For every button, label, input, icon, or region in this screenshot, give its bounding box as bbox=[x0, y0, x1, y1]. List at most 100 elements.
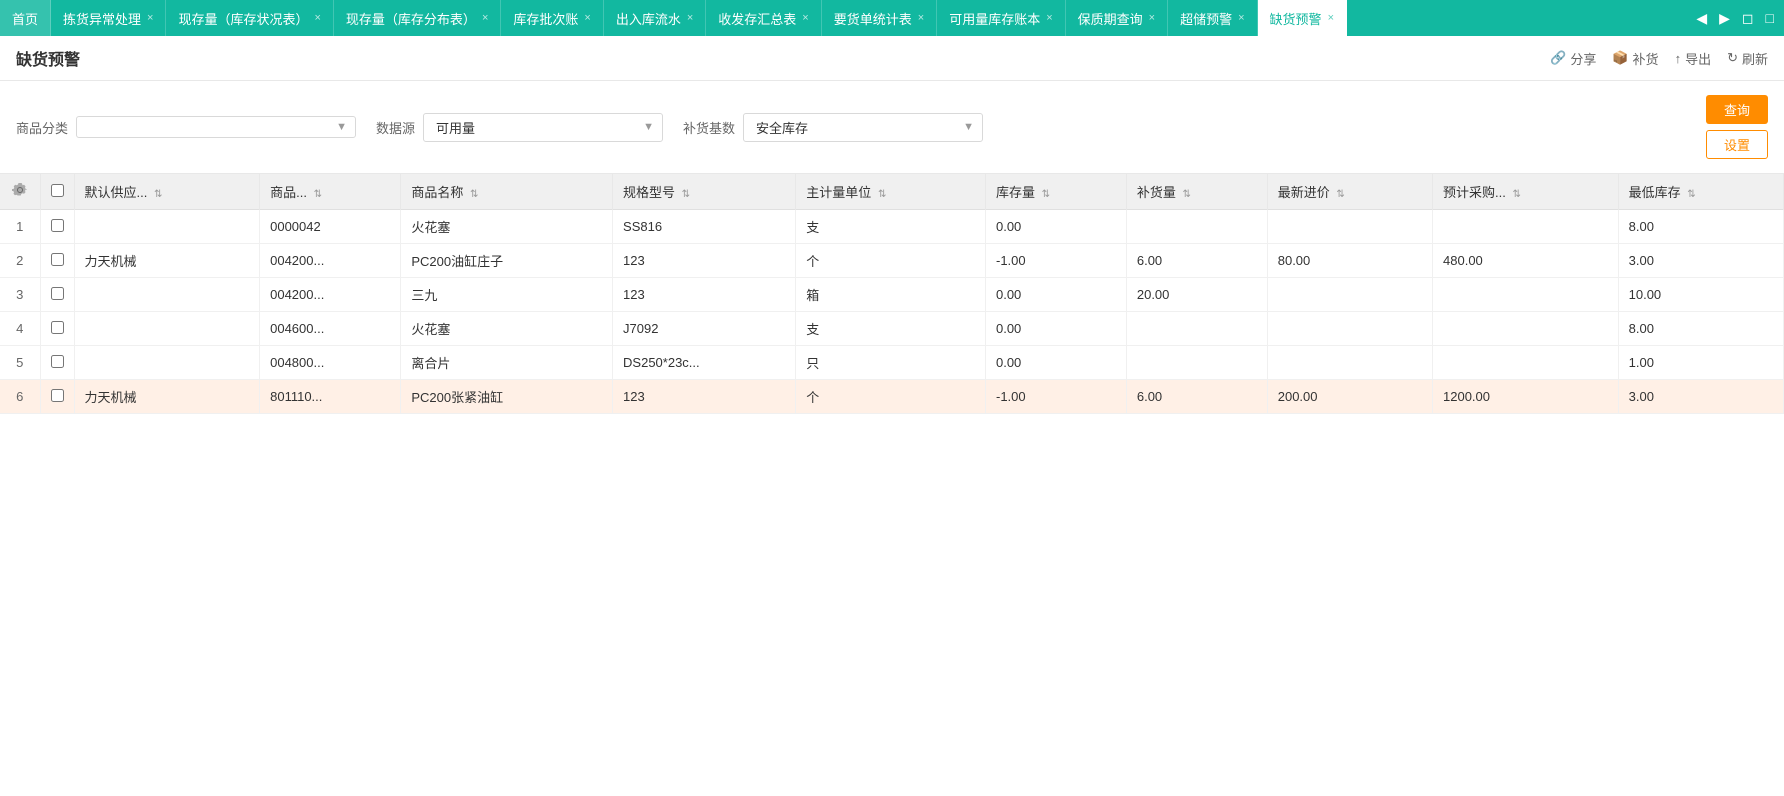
row-latest-price: 200.00 bbox=[1267, 380, 1432, 414]
tab-expiry[interactable]: 保质期查询 × bbox=[1066, 0, 1168, 36]
row-checkbox-1[interactable] bbox=[51, 253, 64, 266]
tab-close-3[interactable]: × bbox=[482, 12, 488, 24]
tab-shortage[interactable]: 缺货预警 × bbox=[1258, 0, 1347, 36]
tab-close-9[interactable]: × bbox=[1149, 12, 1155, 24]
tab-close-7[interactable]: × bbox=[918, 12, 924, 24]
col-estimated-purchase[interactable]: 预计采购... ⇅ bbox=[1433, 174, 1619, 210]
tab-stock-status[interactable]: 现存量（库存状况表） × bbox=[166, 0, 333, 36]
row-number: 4 bbox=[0, 312, 40, 346]
row-latest-price bbox=[1267, 346, 1432, 380]
row-product-name: 离合片 bbox=[401, 346, 613, 380]
row-spec: 123 bbox=[613, 244, 796, 278]
col-latest-price[interactable]: 最新进价 ⇅ bbox=[1267, 174, 1432, 210]
tab-available-account[interactable]: 可用量库存账本 × bbox=[937, 0, 1065, 36]
tab-restore-icon[interactable]: ◻ bbox=[1736, 10, 1760, 27]
row-checkbox-4[interactable] bbox=[51, 355, 64, 368]
tab-batch-account[interactable]: 库存批次账 × bbox=[501, 0, 603, 36]
category-select[interactable]: ▼ bbox=[76, 116, 356, 138]
row-min-stock: 1.00 bbox=[1618, 346, 1783, 380]
table-row: 1 0000042 火花塞 SS816 支 0.00 8.00 bbox=[0, 210, 1784, 244]
row-checkbox-5[interactable] bbox=[51, 389, 64, 402]
row-default-supplier bbox=[74, 346, 260, 380]
col-stock[interactable]: 库存量 ⇅ bbox=[985, 174, 1126, 210]
row-default-supplier bbox=[74, 210, 260, 244]
tab-close-5[interactable]: × bbox=[687, 12, 693, 24]
gear-settings-icon[interactable] bbox=[12, 182, 28, 198]
row-checkbox-2[interactable] bbox=[51, 287, 64, 300]
tab-overstock[interactable]: 超储预警 × bbox=[1168, 0, 1257, 36]
tab-close-11[interactable]: × bbox=[1328, 12, 1334, 24]
tab-inout-flow[interactable]: 出入库流水 × bbox=[604, 0, 706, 36]
col-default-supplier[interactable]: 默认供应... ⇅ bbox=[74, 174, 260, 210]
sort-stock-icon: ⇅ bbox=[1042, 189, 1050, 200]
row-estimated-purchase bbox=[1433, 210, 1619, 244]
row-product-code: 0000042 bbox=[260, 210, 401, 244]
tab-next-icon[interactable]: ▶ bbox=[1713, 10, 1736, 27]
row-latest-price bbox=[1267, 278, 1432, 312]
query-button[interactable]: 查询 bbox=[1706, 95, 1768, 124]
col-replenish[interactable]: 补货量 ⇅ bbox=[1126, 174, 1267, 210]
datasource-select[interactable]: 可用量 ▼ bbox=[423, 113, 663, 142]
replenish-basis-filter-group: 补货基数 安全库存 ▼ bbox=[683, 113, 983, 142]
row-spec: J7092 bbox=[613, 312, 796, 346]
row-replenish bbox=[1126, 210, 1267, 244]
row-unit: 只 bbox=[796, 346, 986, 380]
row-checkbox-cell bbox=[40, 244, 74, 278]
col-spec[interactable]: 规格型号 ⇅ bbox=[613, 174, 796, 210]
row-replenish bbox=[1126, 312, 1267, 346]
row-replenish bbox=[1126, 346, 1267, 380]
share-icon: 🔗 bbox=[1550, 50, 1566, 66]
tab-stock-dist[interactable]: 现存量（库存分布表） × bbox=[334, 0, 501, 36]
select-all-checkbox[interactable] bbox=[51, 184, 64, 197]
tab-close-6[interactable]: × bbox=[802, 12, 808, 24]
tab-close-2[interactable]: × bbox=[314, 12, 320, 24]
replenish-basis-select[interactable]: 安全库存 ▼ bbox=[743, 113, 983, 142]
tab-close-all-icon[interactable]: □ bbox=[1760, 10, 1780, 26]
row-default-supplier bbox=[74, 278, 260, 312]
tab-close-10[interactable]: × bbox=[1238, 12, 1244, 24]
table-row: 3 004200... 三九 123 箱 0.00 20.00 10.00 bbox=[0, 278, 1784, 312]
row-checkbox-3[interactable] bbox=[51, 321, 64, 334]
datasource-value: 可用量 bbox=[436, 118, 475, 137]
replenish-basis-value: 安全库存 bbox=[756, 118, 808, 137]
col-checkbox bbox=[40, 174, 74, 210]
tab-pick-exception[interactable]: 拣货异常处理 × bbox=[51, 0, 166, 36]
row-unit: 个 bbox=[796, 244, 986, 278]
tab-close-4[interactable]: × bbox=[584, 12, 590, 24]
row-min-stock: 8.00 bbox=[1618, 210, 1783, 244]
export-button[interactable]: ↑ 导出 bbox=[1675, 49, 1712, 68]
sort-supplier-icon: ⇅ bbox=[154, 189, 162, 200]
row-estimated-purchase bbox=[1433, 346, 1619, 380]
row-checkbox-cell bbox=[40, 346, 74, 380]
tab-home[interactable]: 首页 bbox=[0, 0, 51, 36]
sort-min-stock-icon: ⇅ bbox=[1687, 189, 1695, 200]
row-spec: 123 bbox=[613, 278, 796, 312]
tab-prev-icon[interactable]: ◀ bbox=[1690, 10, 1713, 27]
row-unit: 支 bbox=[796, 210, 986, 244]
tab-close-8[interactable]: × bbox=[1046, 12, 1052, 24]
refresh-button[interactable]: ↻ 刷新 bbox=[1727, 49, 1768, 68]
settings-button[interactable]: 设置 bbox=[1706, 130, 1768, 159]
page-header: 缺货预警 🔗 分享 📦 补货 ↑ 导出 ↻ 刷新 bbox=[0, 36, 1784, 81]
share-button[interactable]: 🔗 分享 bbox=[1550, 49, 1596, 68]
table-row: 5 004800... 离合片 DS250*23c... 只 0.00 1.00 bbox=[0, 346, 1784, 380]
row-product-name: 火花塞 bbox=[401, 210, 613, 244]
row-estimated-purchase bbox=[1433, 312, 1619, 346]
replenish-button[interactable]: 📦 补货 bbox=[1612, 49, 1658, 68]
row-stock: 0.00 bbox=[985, 312, 1126, 346]
col-product-name[interactable]: 商品名称 ⇅ bbox=[401, 174, 613, 210]
category-label: 商品分类 bbox=[16, 118, 68, 137]
row-checkbox-0[interactable] bbox=[51, 219, 64, 232]
row-latest-price bbox=[1267, 210, 1432, 244]
tab-close-1[interactable]: × bbox=[147, 12, 153, 24]
tab-demand[interactable]: 要货单统计表 × bbox=[822, 0, 937, 36]
col-unit[interactable]: 主计量单位 ⇅ bbox=[796, 174, 986, 210]
tab-summary[interactable]: 收发存汇总表 × bbox=[706, 0, 821, 36]
row-unit: 箱 bbox=[796, 278, 986, 312]
row-product-code: 004200... bbox=[260, 244, 401, 278]
table-wrapper: 默认供应... ⇅ 商品... ⇅ 商品名称 ⇅ 规格型号 ⇅ bbox=[0, 174, 1784, 414]
row-replenish: 20.00 bbox=[1126, 278, 1267, 312]
col-min-stock[interactable]: 最低库存 ⇅ bbox=[1618, 174, 1783, 210]
row-stock: 0.00 bbox=[985, 278, 1126, 312]
col-product-code[interactable]: 商品... ⇅ bbox=[260, 174, 401, 210]
